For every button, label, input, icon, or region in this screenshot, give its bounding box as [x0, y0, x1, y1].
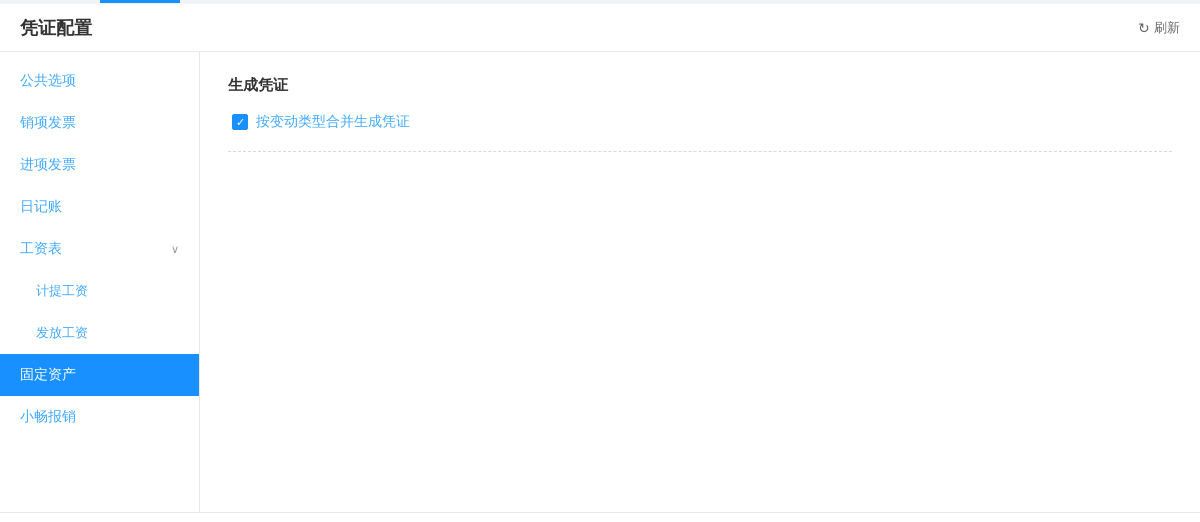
content-area: 生成凭证 ✓ 按变动类型合并生成凭证 — [200, 52, 1200, 512]
sidebar-item-journal[interactable]: 日记账 — [0, 186, 199, 228]
merge-by-type-checkbox[interactable]: ✓ — [232, 114, 248, 130]
sidebar-item-label: 公共选项 — [20, 72, 76, 90]
checkbox-label[interactable]: 按变动类型合并生成凭证 — [256, 113, 410, 131]
top-nav-bar — [0, 0, 1200, 4]
main-body: 公共选项 销项发票 进项发票 日记账 工资表 ∨ 计提工资 发放工资 — [0, 52, 1200, 512]
refresh-icon: ↻ — [1138, 20, 1150, 36]
sidebar-item-expense-reimbursement[interactable]: 小畅报销 — [0, 396, 199, 438]
checkmark-icon: ✓ — [236, 117, 245, 128]
checkbox-row: ✓ 按变动类型合并生成凭证 — [228, 113, 1172, 131]
chevron-down-icon: ∨ — [171, 243, 179, 256]
sidebar-item-label: 发放工资 — [36, 324, 88, 342]
refresh-button[interactable]: ↻ 刷新 — [1138, 19, 1180, 37]
refresh-label: 刷新 — [1154, 19, 1180, 37]
sidebar-item-sales-invoice[interactable]: 销项发票 — [0, 102, 199, 144]
sidebar-item-label: 固定资产 — [20, 366, 76, 384]
section-divider — [228, 151, 1172, 152]
sidebar-item-label: 销项发票 — [20, 114, 76, 132]
sidebar-item-fixed-assets[interactable]: 固定资产 — [0, 354, 199, 396]
sidebar-item-pay-salary[interactable]: 发放工资 — [0, 312, 199, 354]
page-title: 凭证配置 — [20, 16, 92, 40]
page-footer: 保存 — [0, 512, 1200, 522]
sidebar-item-label: 日记账 — [20, 198, 62, 216]
page-header: 凭证配置 ↻ 刷新 — [0, 4, 1200, 52]
sidebar-item-label: 工资表 — [20, 240, 62, 258]
top-nav-indicator — [100, 0, 180, 3]
section-title: 生成凭证 — [228, 76, 1172, 95]
sidebar-item-public-options[interactable]: 公共选项 — [0, 60, 199, 102]
sidebar-item-label: 小畅报销 — [20, 408, 76, 426]
sidebar-item-label: 计提工资 — [36, 282, 88, 300]
sidebar-item-payroll-table[interactable]: 工资表 ∨ — [0, 228, 199, 270]
page-wrapper: 凭证配置 ↻ 刷新 公共选项 销项发票 进项发票 日记账 工资表 ∨ — [0, 0, 1200, 522]
sidebar-item-accrued-salary[interactable]: 计提工资 — [0, 270, 199, 312]
sidebar-item-purchase-invoice[interactable]: 进项发票 — [0, 144, 199, 186]
sidebar-item-label: 进项发票 — [20, 156, 76, 174]
sidebar: 公共选项 销项发票 进项发票 日记账 工资表 ∨ 计提工资 发放工资 — [0, 52, 200, 512]
